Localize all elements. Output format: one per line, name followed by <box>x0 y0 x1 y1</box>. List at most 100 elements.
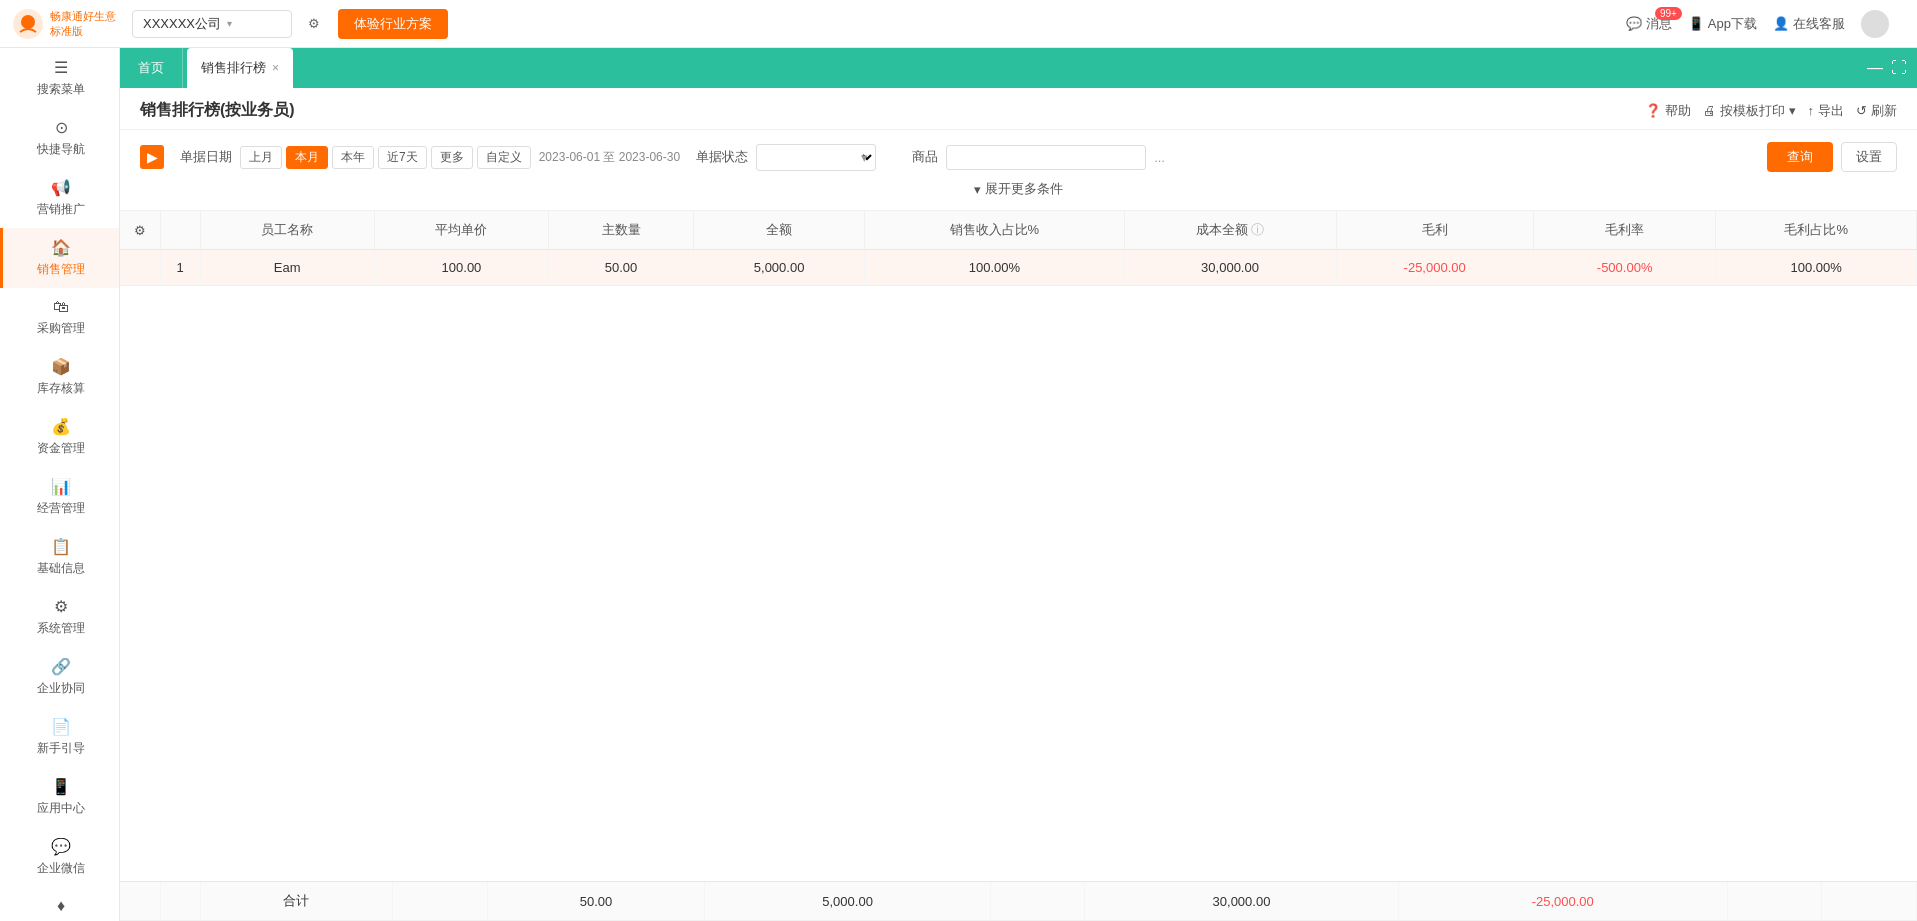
print-icon: 🖨 <box>1703 103 1716 118</box>
refresh-btn[interactable]: ↺ 刷新 <box>1856 102 1897 120</box>
avatar[interactable] <box>1861 10 1889 38</box>
tab-sales-ranking[interactable]: 销售排行榜 × <box>187 48 293 88</box>
table-area: ⚙ 员工名称 平均单价 主数量 全额 销售收入占比% 成本全额 ⓘ <box>120 211 1917 881</box>
status-select[interactable] <box>756 144 876 171</box>
sidebar-item-search-order[interactable]: ☰ 搜索菜单 <box>0 48 119 108</box>
page-title: 销售排行榜(按业务员) <box>140 100 295 121</box>
purchase-icon: 🛍 <box>53 298 69 316</box>
date-period-btns: 上月 本月 本年 近7天 更多 自定义 <box>240 146 531 169</box>
operations-icon: 📊 <box>51 477 71 496</box>
filter-toggle-btn[interactable]: ▶ <box>140 145 164 169</box>
help-label: 帮助 <box>1665 102 1691 120</box>
period-btn-more[interactable]: 更多 <box>431 146 473 169</box>
sidebar-item-system[interactable]: ⚙ 系统管理 <box>0 587 119 647</box>
row-gross-pct-cell: 100.00% <box>1716 250 1917 286</box>
period-btn-this-month[interactable]: 本月 <box>286 146 328 169</box>
expand-label: 展开更多条件 <box>985 180 1063 198</box>
sidebar-label: 经营管理 <box>37 500 85 517</box>
enterprise-wechat-icon: 💬 <box>51 837 71 856</box>
expand-more-btn[interactable]: ▾ 展开更多条件 <box>974 180 1063 198</box>
goods-more-btn[interactable]: ... <box>1154 150 1165 165</box>
svg-point-1 <box>21 15 35 29</box>
footer-sales-pct-cell <box>990 882 1084 921</box>
sidebar-label: 系统管理 <box>37 620 85 637</box>
col-settings[interactable]: ⚙ <box>120 211 160 250</box>
row-main-qty-cell: 50.00 <box>549 250 694 286</box>
company-selector[interactable]: XXXXXX公司 ▾ <box>132 10 292 38</box>
sidebar-label: 库存核算 <box>37 380 85 397</box>
row-gross-rate-cell: -500.00% <box>1533 250 1716 286</box>
row-amount-cell: 5,000.00 <box>694 250 865 286</box>
filter-row-2: ▾ 展开更多条件 <box>140 180 1897 198</box>
col-cost-amount-label: 成本全额 <box>1196 222 1248 237</box>
sidebar-item-operations[interactable]: 📊 经营管理 <box>0 467 119 527</box>
col-settings-icon: ⚙ <box>134 223 146 238</box>
sidebar-item-app-center[interactable]: 📱 应用中心 <box>0 767 119 827</box>
sidebar-item-sales[interactable]: 🏠 销售管理 <box>0 228 119 288</box>
main-layout: ☰ 搜索菜单 ⊙ 快捷导航 📢 营销推广 🏠 销售管理 🛍 采购管理 📦 库存核… <box>0 48 1917 921</box>
goods-filter-item: 商品 ... <box>912 145 1165 170</box>
minimize-icon[interactable]: — <box>1867 59 1883 77</box>
date-range-text: 2023-06-01 至 2023-06-30 <box>539 149 680 166</box>
tab-close-icon[interactable]: × <box>272 61 279 75</box>
col-rank <box>160 211 200 250</box>
app-center-icon: 📱 <box>51 777 71 796</box>
col-gross-rate: 毛利率 <box>1533 211 1716 250</box>
tabs-bar-right: — ⛶ <box>1867 59 1917 77</box>
app-download-label: App下载 <box>1708 15 1757 33</box>
period-btn-this-year[interactable]: 本年 <box>332 146 374 169</box>
app-download-btn[interactable]: 📱 App下载 <box>1688 15 1757 33</box>
app-icon: 📱 <box>1688 16 1704 31</box>
online-service-btn[interactable]: 👤 在线客服 <box>1773 15 1845 33</box>
sidebar-item-member[interactable]: ♦ 畅会员 <box>0 887 119 921</box>
footer-amount-cell: 5,000.00 <box>705 882 991 921</box>
expand-icon: ▾ <box>974 182 981 197</box>
export-btn[interactable]: ↑ 导出 <box>1808 102 1845 120</box>
sidebar-item-enterprise-wechat[interactable]: 💬 企业微信 <box>0 827 119 887</box>
col-sales-pct: 销售收入占比% <box>865 211 1124 250</box>
period-btn-7days[interactable]: 近7天 <box>378 146 427 169</box>
export-label: 导出 <box>1818 102 1844 120</box>
chevron-down-icon: ▾ <box>227 18 232 29</box>
print-btn[interactable]: 🖨 按模板打印 ▾ <box>1703 102 1796 120</box>
goods-input[interactable] <box>946 145 1146 170</box>
query-button[interactable]: 查询 <box>1767 142 1833 172</box>
sidebar-label: 企业协同 <box>37 680 85 697</box>
sidebar-item-enterprise-collab[interactable]: 🔗 企业协同 <box>0 647 119 707</box>
col-gross-pct-label: 毛利占比% <box>1784 222 1848 237</box>
sidebar-label: 快捷导航 <box>37 141 85 158</box>
footer-settings-cell <box>120 882 160 921</box>
period-btn-custom[interactable]: 自定义 <box>477 146 531 169</box>
sidebar-item-new-guide[interactable]: 📄 新手引导 <box>0 707 119 767</box>
date-label: 单据日期 <box>180 148 232 166</box>
sidebar-item-finance[interactable]: 💰 资金管理 <box>0 407 119 467</box>
message-btn[interactable]: 💬 消息 99+ <box>1626 15 1672 33</box>
settings-button[interactable]: 设置 <box>1841 142 1897 172</box>
trial-button[interactable]: 体验行业方案 <box>338 9 448 39</box>
col-cost-amount: 成本全额 ⓘ <box>1124 211 1336 250</box>
tab-home[interactable]: 首页 <box>120 48 183 88</box>
sidebar-item-inventory[interactable]: 📦 库存核算 <box>0 347 119 407</box>
system-icon: ⚙ <box>54 597 68 616</box>
sidebar-item-purchase[interactable]: 🛍 采购管理 <box>0 288 119 347</box>
row-gross-profit-cell: -25,000.00 <box>1336 250 1533 286</box>
sidebar-item-quick-nav[interactable]: ⊙ 快捷导航 <box>0 108 119 168</box>
refresh-label: 刷新 <box>1871 102 1897 120</box>
filter-row-1: ▶ 单据日期 上月 本月 本年 近7天 更多 自定义 2023-06-01 至 … <box>140 142 1897 172</box>
row-sales-pct-cell: 100.00% <box>865 250 1124 286</box>
quick-nav-icon: ⊙ <box>55 118 68 137</box>
sidebar-item-basic-info[interactable]: 📋 基础信息 <box>0 527 119 587</box>
company-name: XXXXXX公司 <box>143 15 221 33</box>
online-service-label: 在线客服 <box>1793 15 1845 33</box>
col-gross-pct: 毛利占比% <box>1716 211 1917 250</box>
page-header: 销售排行榜(按业务员) ❓ 帮助 🖨 按模板打印 ▾ ↑ 导出 <box>120 88 1917 130</box>
help-btn[interactable]: ❓ 帮助 <box>1645 102 1691 120</box>
footer-gross-pct-cell <box>1822 882 1917 921</box>
sidebar-item-marketing[interactable]: 📢 营销推广 <box>0 168 119 228</box>
sidebar-label: 采购管理 <box>37 320 85 337</box>
status-select-wrapper[interactable] <box>756 144 876 171</box>
period-btn-last-month[interactable]: 上月 <box>240 146 282 169</box>
header-settings-icon[interactable]: ⚙ <box>300 12 328 35</box>
maximize-icon[interactable]: ⛶ <box>1891 59 1907 77</box>
logo-text: 畅康通好生意 标准版 <box>50 9 116 38</box>
